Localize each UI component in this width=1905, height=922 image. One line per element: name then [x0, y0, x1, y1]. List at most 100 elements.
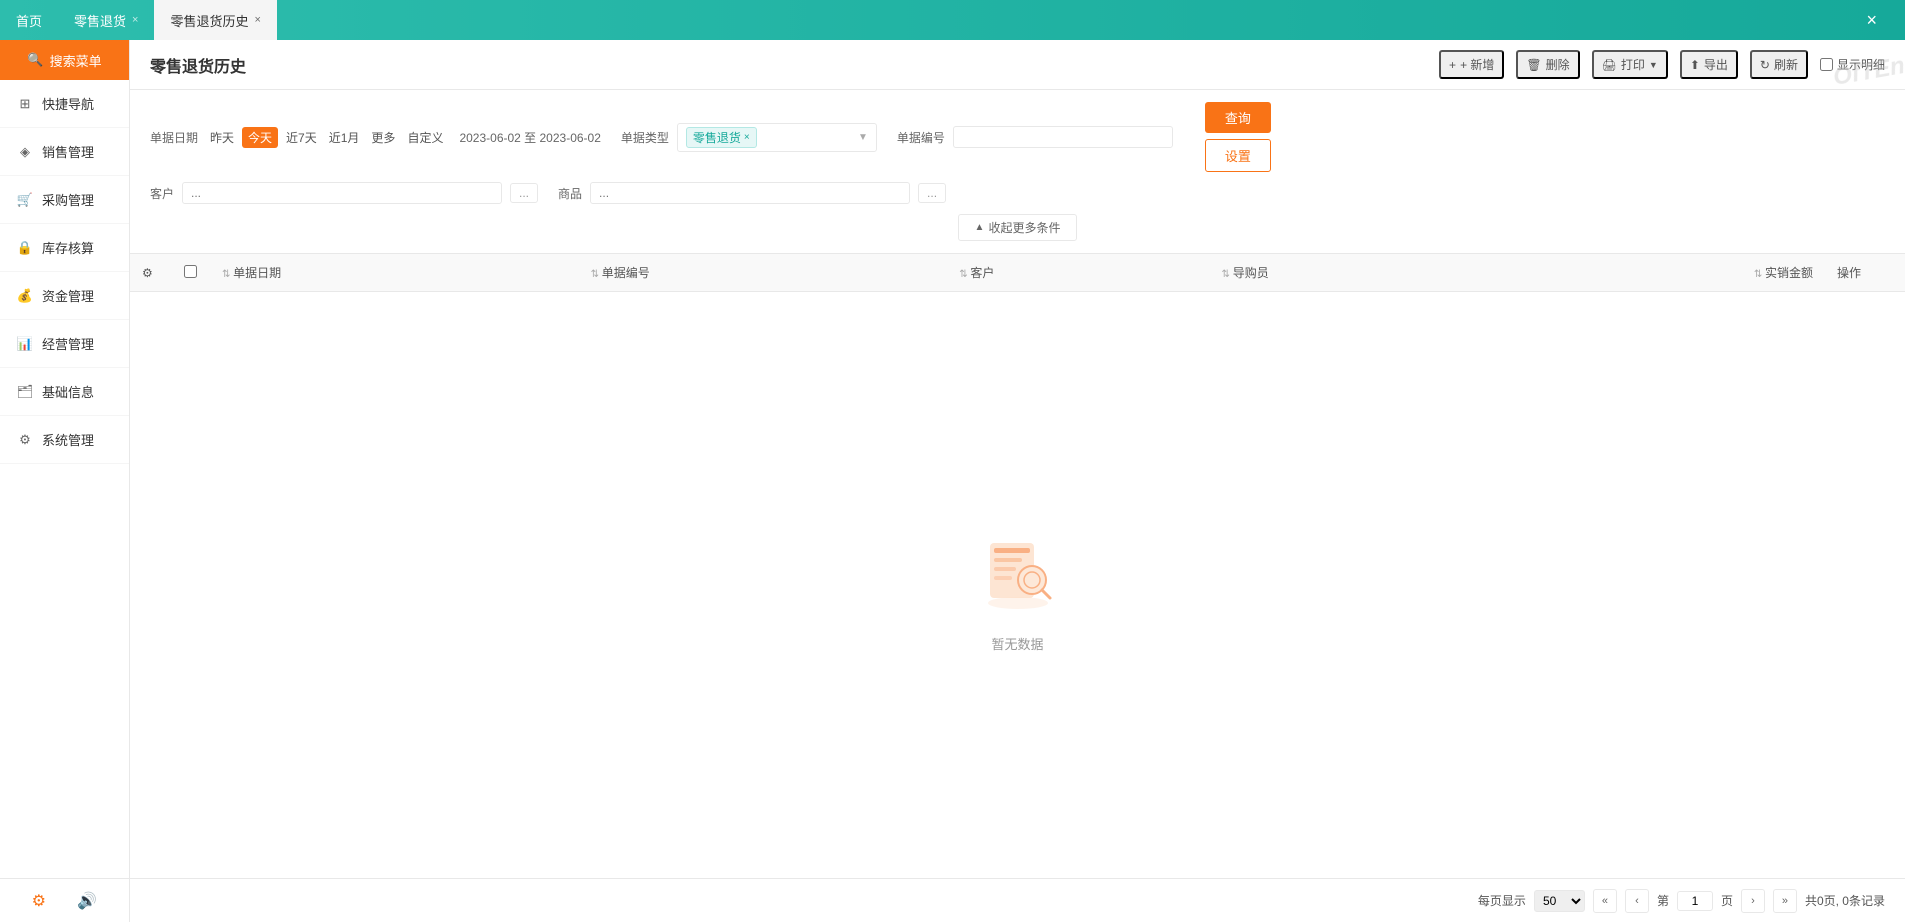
prev-page-button[interactable]: ‹ — [1625, 889, 1649, 913]
goods-filter-input[interactable] — [590, 182, 910, 204]
sidebar-item-purchase[interactable]: 🛒 采购管理 — [0, 176, 129, 224]
main-content: 零售退货历史 + + 新增 🗑 删除 🖨 打印 ▼ ⬆ 导出 — [130, 40, 1905, 922]
tab-retail-return-close[interactable]: × — [132, 14, 138, 26]
th-guide[interactable]: 导购员 — [1210, 254, 1525, 292]
th-date[interactable]: 单据日期 — [210, 254, 579, 292]
page-number-input[interactable] — [1677, 891, 1713, 911]
date-7days[interactable]: 近7天 — [282, 127, 321, 148]
table-header-row: ⚙ 单据日期 单据编号 客户 — [130, 254, 1905, 292]
filter-settings-button[interactable]: 设置 — [1205, 139, 1271, 172]
page-size-select[interactable]: 50 10 20 100 — [1534, 890, 1585, 912]
show-detail-input[interactable] — [1820, 58, 1833, 71]
sidebar-item-sales[interactable]: ◈ 销售管理 — [0, 128, 129, 176]
sidebar-item-operation[interactable]: 📊 经营管理 — [0, 320, 129, 368]
th-action-label: 操作 — [1837, 266, 1861, 280]
date-custom[interactable]: 自定义 — [403, 127, 447, 148]
header-actions: + + 新增 🗑 删除 🖨 打印 ▼ ⬆ 导出 ↻ — [1439, 50, 1885, 79]
th-customer[interactable]: 客户 — [947, 254, 1209, 292]
refresh-label: 刷新 — [1774, 56, 1798, 73]
empty-state-text: 暂无数据 — [991, 634, 1043, 653]
th-amount-label: 实销金额 — [1765, 266, 1813, 280]
basic-info-icon: 🗂 — [16, 383, 34, 401]
delete-button[interactable]: 🗑 删除 — [1516, 50, 1579, 79]
sidebar-item-operation-label: 经营管理 — [42, 334, 94, 353]
customer-dots-btn[interactable]: ... — [510, 183, 538, 203]
sidebar-item-inventory[interactable]: 🔒 库存核算 — [0, 224, 129, 272]
empty-state: 暂无数据 — [130, 292, 1905, 878]
settings-bottom-icon[interactable]: ⚙ — [32, 891, 46, 911]
sidebar-item-quick-nav[interactable]: ⊞ 快捷导航 — [0, 80, 129, 128]
date-filter-options: 昨天 今天 近7天 近1月 更多 自定义 — [206, 127, 447, 148]
filter-row-1: 单据日期 昨天 今天 近7天 近1月 更多 自定义 2023-06-02 至 2… — [150, 102, 1885, 172]
print-icon: 🖨 — [1602, 58, 1617, 72]
customer-filter: 客户 ... — [150, 182, 538, 204]
sales-icon: ◈ — [16, 143, 34, 161]
th-number[interactable]: 单据编号 — [579, 254, 948, 292]
th-action: 操作 — [1825, 254, 1905, 292]
type-filter-select[interactable]: 零售退货 × ▼ — [677, 123, 877, 152]
show-detail-checkbox[interactable]: 显示明细 — [1820, 56, 1885, 73]
sidebar-item-system-label: 系统管理 — [42, 430, 94, 449]
sidebar-bottom: ⚙ 🔊 — [0, 878, 129, 922]
sidebar-search[interactable]: 🔍 搜索菜单 — [0, 40, 129, 80]
collapse-button[interactable]: ▲ 收起更多条件 — [958, 214, 1078, 241]
export-icon: ⬆ — [1690, 58, 1700, 72]
query-button[interactable]: 查询 — [1205, 102, 1271, 133]
export-button[interactable]: ⬆ 导出 — [1680, 50, 1738, 79]
main-layout: 🔍 搜索菜单 ⊞ 快捷导航 ◈ 销售管理 🛒 采购管理 🔒 库存核算 💰 — [0, 40, 1905, 922]
home-icon: ⊞ — [16, 95, 34, 113]
type-tag: 零售退货 × — [686, 127, 757, 148]
sidebar-item-finance[interactable]: 💰 资金管理 — [0, 272, 129, 320]
date-filter-label: 单据日期 — [150, 129, 198, 146]
sidebar-item-sales-label: 销售管理 — [42, 142, 94, 161]
th-amount[interactable]: 实销金额 — [1525, 254, 1825, 292]
customer-filter-input[interactable] — [182, 182, 502, 204]
sidebar-item-quick-nav-label: 快捷导航 — [42, 94, 94, 113]
window-close-button[interactable]: × — [1854, 10, 1889, 30]
tab-retail-return-label: 零售退货 — [74, 11, 126, 30]
date-more[interactable]: 更多 — [367, 127, 399, 148]
page-title: 零售退货历史 — [150, 53, 246, 77]
type-filter-label: 单据类型 — [621, 129, 669, 146]
first-page-button[interactable]: « — [1593, 889, 1617, 913]
volume-bottom-icon[interactable]: 🔊 — [77, 891, 97, 911]
delete-label: 删除 — [1546, 56, 1570, 73]
table-header: ⚙ 单据日期 单据编号 客户 — [130, 254, 1905, 292]
page-label: 第 — [1657, 892, 1669, 909]
goods-dots-btn[interactable]: ... — [918, 183, 946, 203]
pagination: 每页显示 50 10 20 100 « ‹ 第 页 › » 共0页, 0条记录 — [130, 878, 1905, 922]
th-guide-label: 导购员 — [1233, 266, 1269, 280]
select-all-checkbox[interactable] — [184, 265, 197, 278]
th-date-label: 单据日期 — [233, 266, 281, 280]
sidebar-item-system[interactable]: ⚙ 系统管理 — [0, 416, 129, 464]
refresh-icon: ↻ — [1760, 58, 1770, 72]
print-button[interactable]: 🖨 打印 ▼ — [1592, 50, 1668, 79]
sidebar-item-finance-label: 资金管理 — [42, 286, 94, 305]
tab-retail-return-history-close[interactable]: × — [254, 14, 260, 26]
tab-retail-return[interactable]: 零售退货 × — [58, 0, 154, 40]
next-page-button[interactable]: › — [1741, 889, 1765, 913]
number-filter-input[interactable] — [953, 126, 1173, 148]
table-container: ⚙ 单据日期 单据编号 客户 — [130, 254, 1905, 878]
refresh-button[interactable]: ↻ 刷新 — [1750, 50, 1808, 79]
goods-filter: 商品 ... — [558, 182, 946, 204]
tab-list: 首页 零售退货 × 零售退货历史 × — [0, 0, 1854, 40]
gear-icon[interactable]: ⚙ — [142, 266, 153, 280]
date-today[interactable]: 今天 — [242, 127, 278, 148]
customer-filter-label: 客户 — [150, 185, 174, 202]
print-label: 打印 — [1621, 56, 1645, 73]
date-yesterday[interactable]: 昨天 — [206, 127, 238, 148]
tab-home[interactable]: 首页 — [0, 0, 58, 40]
sidebar-item-basic-info[interactable]: 🗂 基础信息 — [0, 368, 129, 416]
export-label: 导出 — [1704, 56, 1728, 73]
delete-icon: 🗑 — [1526, 58, 1541, 72]
date-range-display: 2023-06-02 至 2023-06-02 — [459, 129, 600, 146]
type-tag-close[interactable]: × — [744, 132, 750, 143]
add-button[interactable]: + + 新增 — [1439, 50, 1504, 79]
tab-retail-return-history[interactable]: 零售退货历史 × — [154, 0, 276, 40]
sidebar-item-purchase-label: 采购管理 — [42, 190, 94, 209]
inventory-icon: 🔒 — [16, 239, 34, 257]
date-1month[interactable]: 近1月 — [325, 127, 364, 148]
page-unit: 页 — [1721, 892, 1733, 909]
last-page-button[interactable]: » — [1773, 889, 1797, 913]
